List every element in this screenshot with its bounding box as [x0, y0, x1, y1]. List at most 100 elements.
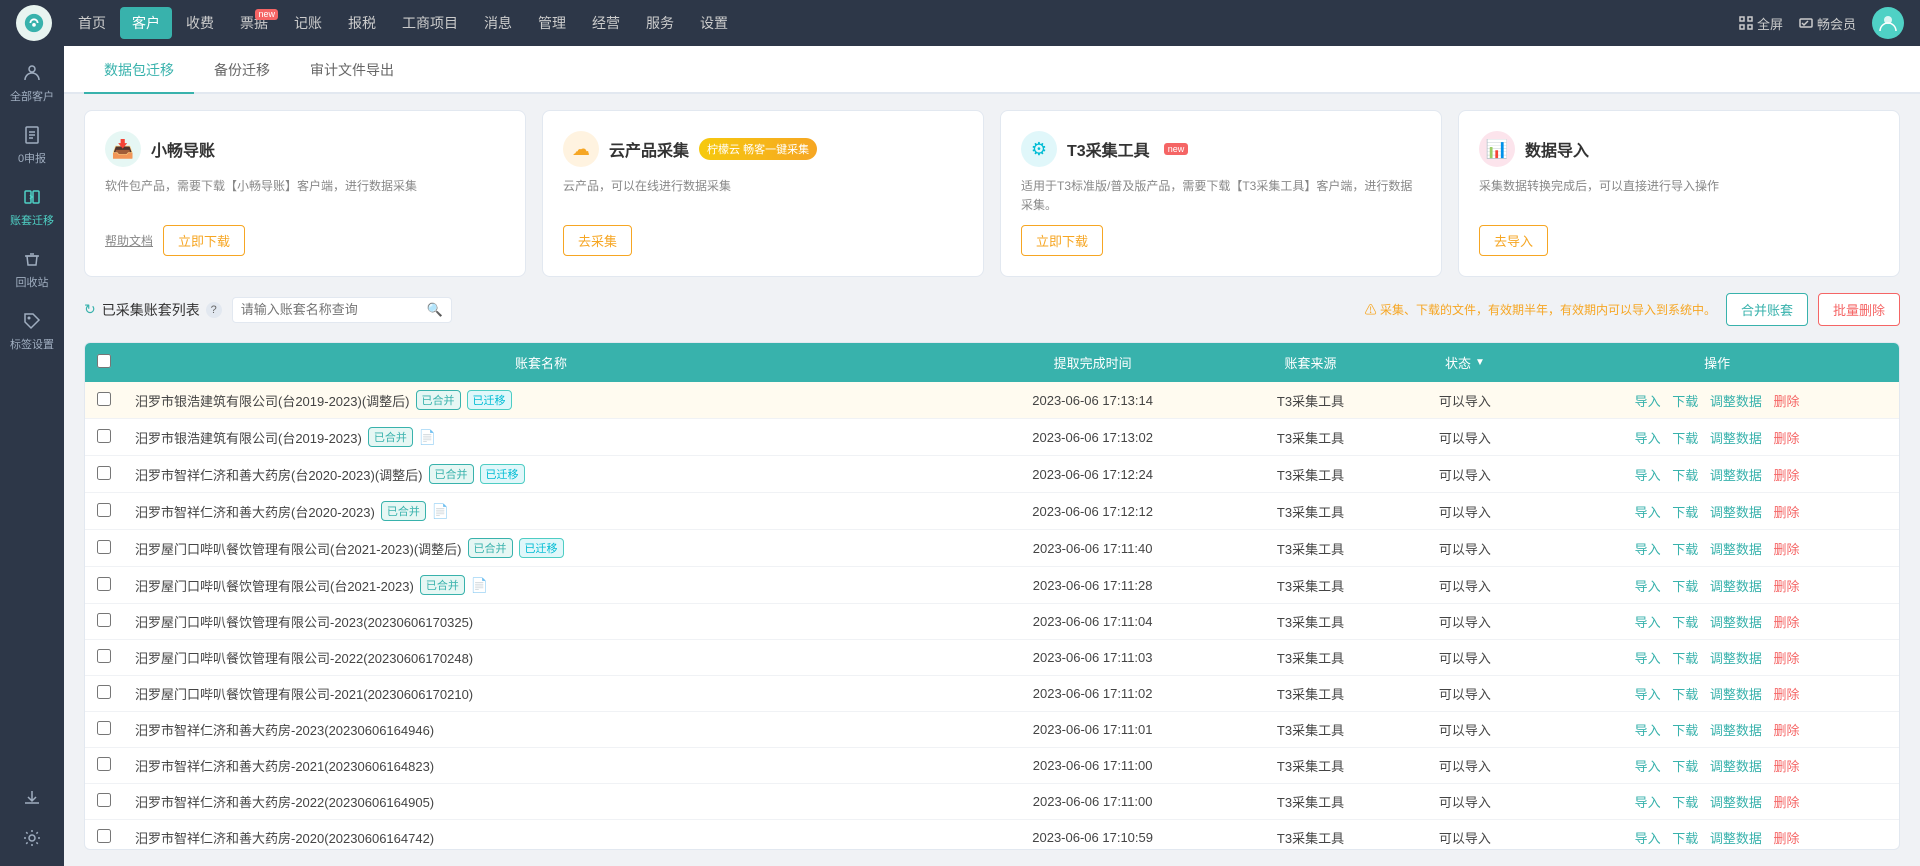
sort-icon[interactable]: ▼ [1475, 357, 1485, 368]
delete-action[interactable]: 删除 [1770, 579, 1804, 594]
search-icon[interactable]: 🔍 [427, 302, 443, 318]
row-checkbox[interactable] [97, 540, 111, 554]
nav-item-经营[interactable]: 经营 [580, 7, 632, 39]
tab-audit-export[interactable]: 审计文件导出 [290, 48, 414, 94]
nav-item-工商项目[interactable]: 工商项目 [390, 7, 470, 39]
delete-action[interactable]: 删除 [1770, 431, 1804, 446]
sidebar-item-回收站[interactable]: 回收站 [4, 240, 60, 298]
search-input[interactable] [241, 302, 421, 317]
adjust-action[interactable]: 调整数据 [1706, 505, 1766, 520]
adjust-action[interactable]: 调整数据 [1706, 723, 1766, 738]
nav-item-票据[interactable]: 票据new [228, 7, 280, 39]
row-checkbox[interactable] [97, 392, 111, 406]
delete-action[interactable]: 删除 [1770, 468, 1804, 483]
download-action[interactable]: 下载 [1668, 394, 1702, 409]
row-checkbox[interactable] [97, 793, 111, 807]
sidebar-item-0申报[interactable]: 0申报 [4, 116, 60, 174]
refresh-icon[interactable]: ↻ [84, 301, 96, 318]
import-action[interactable]: 导入 [1631, 579, 1665, 594]
download-action[interactable]: 下载 [1668, 542, 1702, 557]
row-checkbox[interactable] [97, 613, 111, 627]
delete-action[interactable]: 删除 [1770, 723, 1804, 738]
row-checkbox[interactable] [97, 577, 111, 591]
import-action[interactable]: 导入 [1631, 759, 1665, 774]
help-icon[interactable]: ? [206, 302, 222, 318]
import-action[interactable]: 导入 [1631, 723, 1665, 738]
import-action[interactable]: 导入 [1631, 542, 1665, 557]
download-action[interactable]: 下载 [1668, 468, 1702, 483]
download-action[interactable]: 下载 [1668, 505, 1702, 520]
nav-item-设置[interactable]: 设置 [688, 7, 740, 39]
nav-item-消息[interactable]: 消息 [472, 7, 524, 39]
import-action[interactable]: 导入 [1631, 468, 1665, 483]
tab-data-migration[interactable]: 数据包迁移 [84, 48, 194, 94]
nav-item-管理[interactable]: 管理 [526, 7, 578, 39]
row-checkbox[interactable] [97, 466, 111, 480]
import-action[interactable]: 导入 [1631, 394, 1665, 409]
delete-action[interactable]: 删除 [1770, 651, 1804, 666]
fullscreen-btn[interactable]: 全屏 [1739, 14, 1783, 33]
user-avatar[interactable] [1872, 7, 1904, 39]
sidebar-item-标签设置[interactable]: 标签设置 [4, 302, 60, 360]
nav-item-收费[interactable]: 收费 [174, 7, 226, 39]
app-logo[interactable] [16, 5, 52, 41]
delete-action[interactable]: 删除 [1770, 615, 1804, 630]
cloud-collect-btn[interactable]: 去采集 [563, 225, 632, 256]
download-action[interactable]: 下载 [1668, 431, 1702, 446]
batch-delete-btn[interactable]: 批量删除 [1818, 293, 1900, 326]
download-action[interactable]: 下载 [1668, 579, 1702, 594]
xiaochang-download-btn[interactable]: 立即下载 [163, 225, 245, 256]
sidebar-item-全部客户[interactable]: 全部客户 [4, 54, 60, 112]
adjust-action[interactable]: 调整数据 [1706, 615, 1766, 630]
tab-backup-migration[interactable]: 备份迁移 [194, 48, 290, 94]
adjust-action[interactable]: 调整数据 [1706, 431, 1766, 446]
download-action[interactable]: 下载 [1668, 687, 1702, 702]
adjust-action[interactable]: 调整数据 [1706, 542, 1766, 557]
sidebar-settings-icon[interactable] [16, 822, 48, 854]
adjust-action[interactable]: 调整数据 [1706, 579, 1766, 594]
delete-action[interactable]: 删除 [1770, 759, 1804, 774]
download-action[interactable]: 下载 [1668, 615, 1702, 630]
adjust-action[interactable]: 调整数据 [1706, 795, 1766, 810]
row-checkbox[interactable] [97, 429, 111, 443]
nav-item-服务[interactable]: 服务 [634, 7, 686, 39]
download-action[interactable]: 下载 [1668, 723, 1702, 738]
delete-action[interactable]: 删除 [1770, 687, 1804, 702]
t3-download-btn[interactable]: 立即下载 [1021, 225, 1103, 256]
adjust-action[interactable]: 调整数据 [1706, 687, 1766, 702]
delete-action[interactable]: 删除 [1770, 831, 1804, 846]
adjust-action[interactable]: 调整数据 [1706, 651, 1766, 666]
import-action[interactable]: 导入 [1631, 651, 1665, 666]
adjust-action[interactable]: 调整数据 [1706, 394, 1766, 409]
merge-btn[interactable]: 合并账套 [1726, 293, 1808, 326]
row-checkbox[interactable] [97, 503, 111, 517]
row-checkbox[interactable] [97, 757, 111, 771]
import-action[interactable]: 导入 [1631, 615, 1665, 630]
select-all-checkbox[interactable] [97, 354, 111, 368]
row-checkbox[interactable] [97, 649, 111, 663]
import-action[interactable]: 导入 [1631, 505, 1665, 520]
adjust-action[interactable]: 调整数据 [1706, 468, 1766, 483]
download-action[interactable]: 下载 [1668, 651, 1702, 666]
download-action[interactable]: 下载 [1668, 759, 1702, 774]
import-action[interactable]: 导入 [1631, 831, 1665, 846]
nav-item-客户[interactable]: 客户 [120, 7, 172, 39]
xiaochang-help-link[interactable]: 帮助文档 [105, 232, 153, 249]
import-action[interactable]: 导入 [1631, 795, 1665, 810]
nav-item-报税[interactable]: 报税 [336, 7, 388, 39]
delete-action[interactable]: 删除 [1770, 542, 1804, 557]
row-checkbox[interactable] [97, 721, 111, 735]
vip-btn[interactable]: 畅会员 [1799, 14, 1856, 33]
row-checkbox[interactable] [97, 685, 111, 699]
import-btn[interactable]: 去导入 [1479, 225, 1548, 256]
delete-action[interactable]: 删除 [1770, 505, 1804, 520]
sidebar-item-账套迁移[interactable]: 账套迁移 [4, 178, 60, 236]
delete-action[interactable]: 删除 [1770, 795, 1804, 810]
import-action[interactable]: 导入 [1631, 687, 1665, 702]
row-checkbox[interactable] [97, 829, 111, 843]
sidebar-download-icon[interactable] [16, 782, 48, 814]
import-action[interactable]: 导入 [1631, 431, 1665, 446]
download-action[interactable]: 下载 [1668, 795, 1702, 810]
nav-item-记账[interactable]: 记账 [282, 7, 334, 39]
delete-action[interactable]: 删除 [1770, 394, 1804, 409]
